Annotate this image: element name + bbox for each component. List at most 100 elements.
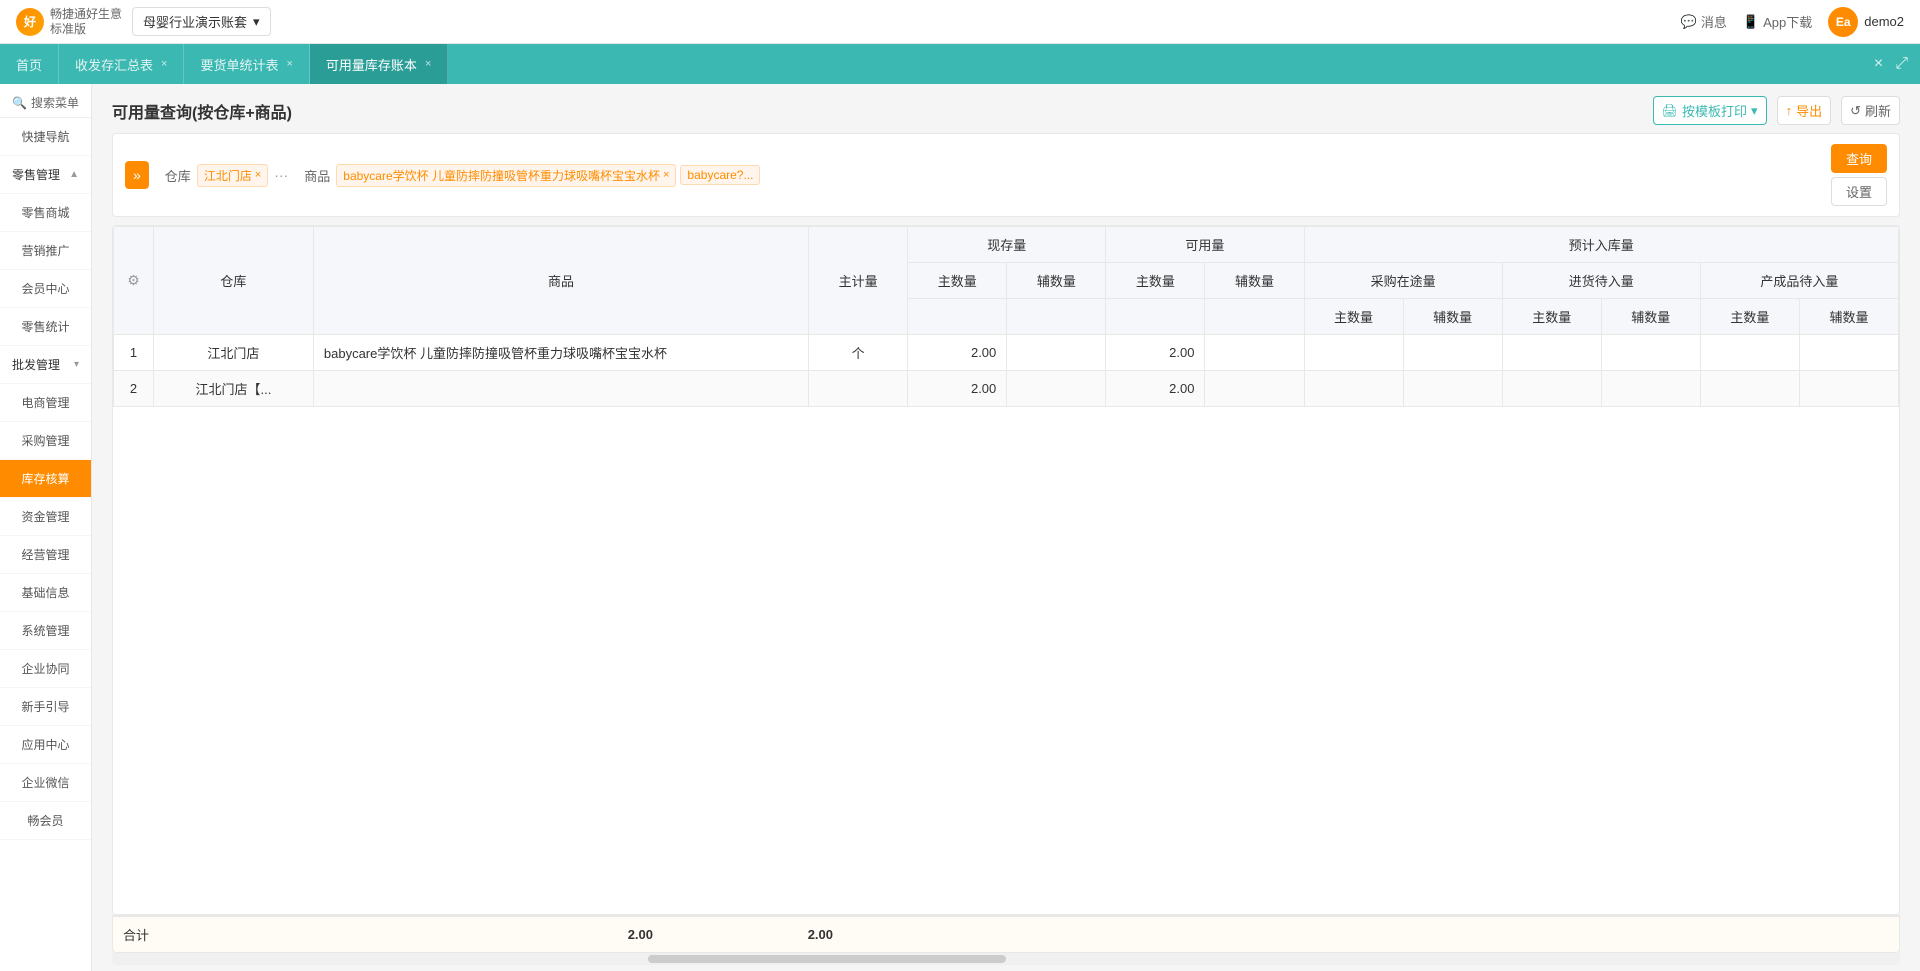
message-button[interactable]: 💬 消息	[1681, 12, 1727, 31]
remove-warehouse-tag[interactable]: ×	[255, 169, 261, 181]
col-purchase-transit: 采购在途量	[1304, 263, 1502, 299]
chevron-down-icon: ▾	[74, 359, 79, 370]
sidebar-item-system[interactable]: 系统管理	[0, 612, 91, 650]
sidebar-item-retail-stats[interactable]: 零售统计	[0, 308, 91, 346]
page-title: 可用量查询(按仓库+商品)	[112, 99, 292, 123]
sidebar-item-ecommerce[interactable]: 电商管理	[0, 384, 91, 422]
row-stock-aux	[1007, 371, 1106, 407]
user-area[interactable]: Ea demo2	[1828, 7, 1904, 37]
sidebar-item-enterprise[interactable]: 企业协同	[0, 650, 91, 688]
close-tab-receivable[interactable]: ×	[161, 58, 167, 70]
content-area: 可用量查询(按仓库+商品) 🖨 按模板打印 ▾ ↑ 导出 ↺ 刷新 »	[92, 84, 1920, 971]
tab-bar-controls: × ⤢	[1870, 55, 1920, 73]
col-available: 可用量	[1106, 227, 1304, 263]
sidebar-item-purchase[interactable]: 采购管理	[0, 422, 91, 460]
filter-expand-button[interactable]: »	[125, 161, 149, 189]
col-product: 商品	[313, 227, 808, 335]
col-avail-main: 主数量	[1106, 263, 1205, 299]
sidebar-item-enterprise-wechat[interactable]: 企业微信	[0, 764, 91, 802]
row-pt-aux	[1403, 371, 1502, 407]
sidebar-item-new-guide[interactable]: 新手引导	[0, 688, 91, 726]
sidebar-item-inventory[interactable]: 库存核算	[0, 460, 91, 498]
row-in-main	[1502, 371, 1601, 407]
col-avail-aux: 辅数量	[1205, 263, 1304, 299]
sidebar-item-basic-info[interactable]: 基础信息	[0, 574, 91, 612]
app-logo: 好	[16, 8, 44, 36]
username-label: demo2	[1864, 14, 1904, 29]
sidebar-item-app-center[interactable]: 应用中心	[0, 726, 91, 764]
industry-selector[interactable]: 母婴行业演示账套 ▾	[132, 7, 271, 36]
col-stock: 现存量	[908, 227, 1106, 263]
sidebar-item-marketing[interactable]: 营销推广	[0, 232, 91, 270]
tab-available-inventory[interactable]: 可用量库存账本 ×	[310, 44, 448, 84]
table-wrapper[interactable]: ⚙ 仓库 商品 主计量 现存量 可用量 预计入库量 主数量 辅数量	[113, 226, 1899, 914]
filter-bar: » 仓库 江北门店 × ··· 商品 babycare学饮杯 儿童防摔防撞吸管杯…	[112, 133, 1900, 217]
horizontal-scrollbar[interactable]	[112, 953, 1900, 965]
export-button[interactable]: ↑ 导出	[1777, 96, 1832, 125]
row-stock-main: 2.00	[908, 371, 1007, 407]
col-forecast: 预计入库量	[1304, 227, 1898, 263]
col-in-main: 主数量	[1502, 299, 1601, 335]
row-unit: 个	[809, 335, 908, 371]
sidebar-item-wholesale-mgmt[interactable]: 批发管理 ▾	[0, 346, 91, 384]
data-table: ⚙ 仓库 商品 主计量 现存量 可用量 预计入库量 主数量 辅数量	[113, 226, 1899, 407]
setting-button[interactable]: 设置	[1831, 177, 1887, 206]
col-in-aux: 辅数量	[1601, 299, 1700, 335]
row-fin-aux	[1799, 335, 1898, 371]
row-product	[313, 371, 808, 407]
col-fin-aux: 辅数量	[1799, 299, 1898, 335]
sidebar-item-operations[interactable]: 经营管理	[0, 536, 91, 574]
receivable-tab-label: 收发存汇总表	[75, 55, 153, 74]
main-layout: 🔍 搜索菜单 快捷导航 零售管理 ▲ 零售商城 营销推广 会员中心 零售统计 批…	[0, 84, 1920, 971]
row-in-aux	[1601, 371, 1700, 407]
tab-home[interactable]: 首页	[0, 44, 59, 84]
query-button[interactable]: 查询	[1831, 144, 1887, 173]
row-fin-main	[1700, 335, 1799, 371]
maximize-button[interactable]: ⤢	[1891, 55, 1912, 73]
chevron-down-icon: ▾	[253, 14, 260, 30]
search-icon: 🔍	[12, 96, 27, 110]
product-tag-babycare2[interactable]: babycare?...	[680, 165, 760, 185]
close-tab-order-summary[interactable]: ×	[286, 58, 292, 70]
sidebar-item-vip-member[interactable]: 畅会员	[0, 802, 91, 840]
refresh-button[interactable]: ↺ 刷新	[1841, 96, 1900, 125]
warehouse-more-button[interactable]: ···	[274, 167, 288, 183]
scrollbar-thumb[interactable]	[648, 955, 1006, 963]
col-avail-main2	[1106, 299, 1205, 335]
page-actions: 🖨 按模板打印 ▾ ↑ 导出 ↺ 刷新	[1653, 96, 1901, 125]
sidebar-item-member-center[interactable]: 会员中心	[0, 270, 91, 308]
close-tab-button[interactable]: ×	[1870, 55, 1887, 73]
sidebar-item-finance[interactable]: 资金管理	[0, 498, 91, 536]
col-unit: 主计量	[809, 227, 908, 335]
tab-order-summary[interactable]: 要货单统计表 ×	[184, 44, 309, 84]
message-icon: 💬	[1681, 14, 1697, 30]
table-settings-header[interactable]: ⚙	[114, 227, 154, 335]
warehouse-tag-jiangbei[interactable]: 江北门店 ×	[197, 164, 268, 187]
print-button[interactable]: 🖨 按模板打印 ▾	[1653, 96, 1767, 125]
product-tags: babycare学饮杯 儿童防摔防撞吸管杯重力球吸嘴杯宝宝水杯 × babyca…	[336, 164, 760, 187]
home-tab-label: 首页	[16, 55, 42, 74]
refresh-icon: ↺	[1850, 103, 1861, 119]
warehouse-tags: 江北门店 ×	[197, 164, 268, 187]
summary-label: 合计	[113, 925, 273, 944]
search-menu-button[interactable]: 🔍 搜索菜单	[8, 94, 83, 111]
row-in-aux	[1601, 335, 1700, 371]
remove-product-tag[interactable]: ×	[663, 169, 669, 181]
app-download-button[interactable]: 📱 App下载	[1743, 12, 1812, 31]
download-icon: 📱	[1743, 14, 1759, 30]
close-tab-available-inventory[interactable]: ×	[425, 58, 431, 70]
sidebar-item-quick-nav[interactable]: 快捷导航	[0, 118, 91, 156]
row-avail-aux	[1205, 371, 1304, 407]
logo-area: 好 畅捷通好生意 标准版	[16, 7, 122, 36]
order-summary-tab-label: 要货单统计表	[200, 55, 278, 74]
warehouse-filter-group: 仓库 江北门店 × ···	[165, 164, 288, 187]
row-fin-main	[1700, 371, 1799, 407]
product-tag-babycare[interactable]: babycare学饮杯 儿童防摔防撞吸管杯重力球吸嘴杯宝宝水杯 ×	[336, 164, 676, 187]
tab-receivable[interactable]: 收发存汇总表 ×	[59, 44, 184, 84]
gear-icon: ⚙	[127, 272, 140, 288]
sidebar-item-retail-mall[interactable]: 零售商城	[0, 194, 91, 232]
top-bar-right: 💬 消息 📱 App下载 Ea demo2	[1681, 7, 1904, 37]
sidebar-item-retail-mgmt[interactable]: 零售管理 ▲	[0, 156, 91, 194]
row-pt-main	[1304, 371, 1403, 407]
table-container: ⚙ 仓库 商品 主计量 现存量 可用量 预计入库量 主数量 辅数量	[112, 225, 1900, 915]
